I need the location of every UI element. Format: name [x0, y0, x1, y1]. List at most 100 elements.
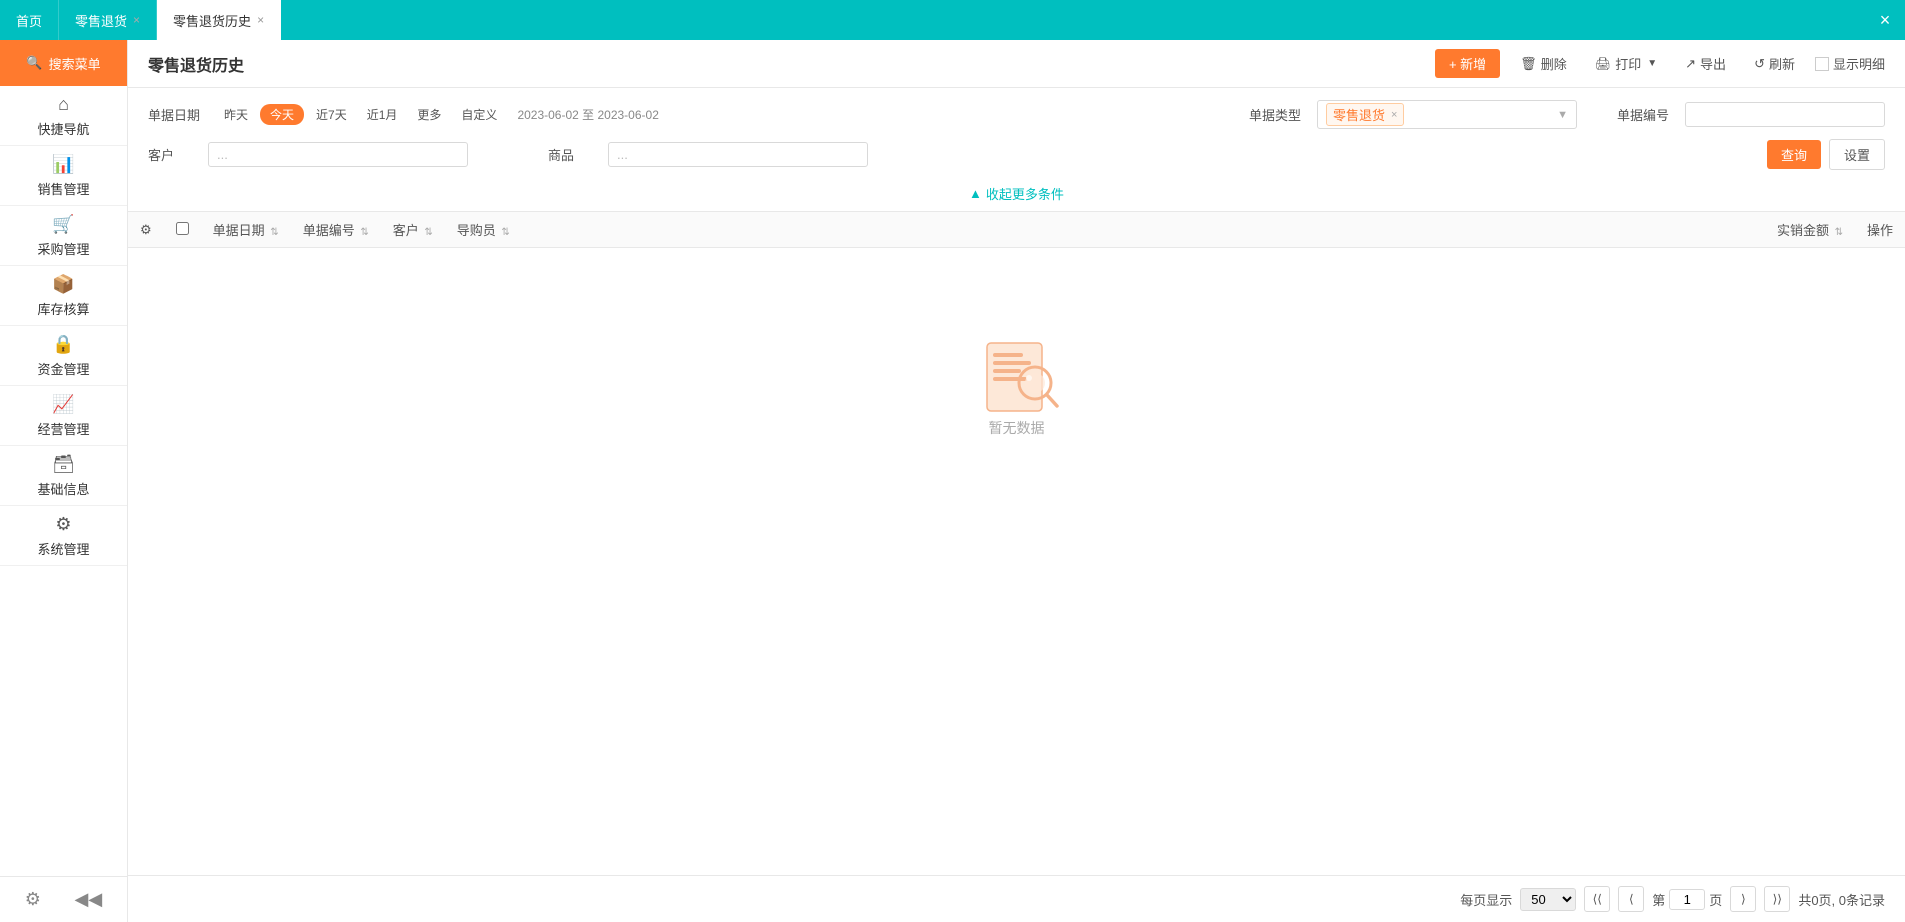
- sidebar-item-quick-nav[interactable]: ⌂ 快捷导航: [0, 86, 127, 146]
- sidebar-item-sales-mgmt[interactable]: 📊 销售管理: [0, 146, 127, 206]
- finance-icon: 🔒: [52, 334, 74, 355]
- window-close-button[interactable]: ×: [1865, 0, 1905, 40]
- date-filter-buttons: 昨天 今天 近7天 近1月 更多 自定义: [216, 104, 505, 125]
- sidebar-item-inventory[interactable]: 📦 库存核算: [0, 266, 127, 326]
- sales-icon: 📊: [52, 154, 74, 175]
- empty-text: 暂无数据: [989, 418, 1045, 438]
- search-icon: 🔍: [26, 55, 42, 71]
- query-button[interactable]: 查询: [1767, 140, 1821, 169]
- settings-button[interactable]: 设置: [1829, 139, 1885, 170]
- prev-page-button[interactable]: ⟨: [1618, 886, 1644, 912]
- amount-sort-icon: ⇅: [1835, 227, 1843, 238]
- tab-retail-return-history-close[interactable]: ×: [257, 13, 264, 27]
- filter-area: 单据日期 昨天 今天 近7天 近1月 更多 自定义 2023-06-02 至 2…: [128, 88, 1905, 212]
- export-button[interactable]: ↗ 导出: [1677, 50, 1734, 77]
- page-header: 零售退货历史 + 新增 🗑 删除 🖨 打印 ▼ ↗ 导出 ↺: [128, 40, 1905, 88]
- date-btn-last7[interactable]: 近7天: [308, 104, 355, 125]
- voucher-type-tag-close[interactable]: ×: [1391, 109, 1397, 121]
- print-button[interactable]: 🖨 打印 ▼: [1587, 50, 1665, 77]
- last-page-button[interactable]: ⟩⟩: [1764, 886, 1790, 912]
- voucher-type-selector[interactable]: 零售退货 × ▼: [1317, 100, 1577, 129]
- th-settings: ⚙: [128, 212, 164, 248]
- new-button[interactable]: + 新增: [1435, 49, 1500, 78]
- sidebar-item-sys-label: 系统管理: [37, 539, 89, 558]
- date-range-display: 2023-06-02 至 2023-06-02: [517, 106, 658, 123]
- sidebar-item-operations[interactable]: 📈 经营管理: [0, 386, 127, 446]
- customer-input[interactable]: [208, 142, 468, 167]
- page-number-input[interactable]: 1: [1669, 889, 1705, 910]
- sidebar-item-quick-nav-label: 快捷导航: [37, 119, 89, 138]
- th-date[interactable]: 单据日期 ⇅: [201, 212, 291, 248]
- voucher-no-input[interactable]: [1685, 102, 1885, 127]
- tab-retail-return-label: 零售退货: [75, 11, 127, 30]
- date-btn-today[interactable]: 今天: [260, 104, 304, 125]
- date-btn-yesterday[interactable]: 昨天: [216, 104, 256, 125]
- th-customer[interactable]: 客户 ⇅: [381, 212, 445, 248]
- voucher-no-label: 单据编号: [1617, 105, 1677, 124]
- display-mingxi-checkbox[interactable]: 显示明细: [1815, 54, 1885, 73]
- pagination: 每页显示 50 20 100 ⟨⟨ ⟨ 第 1 页 ⟩ ⟩⟩ 共0页, 0条记录: [128, 875, 1905, 922]
- delete-icon: 🗑: [1520, 56, 1537, 72]
- date-btn-more[interactable]: 更多: [409, 104, 449, 125]
- page-label: 第: [1652, 890, 1665, 909]
- th-no[interactable]: 单据编号 ⇅: [291, 212, 381, 248]
- next-page-button[interactable]: ⟩: [1730, 886, 1756, 912]
- tab-retail-return[interactable]: 零售退货 ×: [59, 0, 157, 40]
- per-page-label: 每页显示: [1460, 890, 1512, 909]
- sidebar-item-finance[interactable]: 🔒 资金管理: [0, 326, 127, 386]
- date-btn-custom[interactable]: 自定义: [453, 104, 505, 125]
- print-dropdown-icon: ▼: [1647, 58, 1657, 69]
- home-icon: ⌂: [58, 94, 69, 115]
- first-page-button[interactable]: ⟨⟨: [1584, 886, 1610, 912]
- voucher-type-dropdown-icon: ▼: [1557, 109, 1568, 121]
- tab-retail-return-history[interactable]: 零售退货历史 ×: [157, 0, 281, 40]
- sidebar-item-basic-info[interactable]: 🗃 基础信息: [0, 446, 127, 506]
- sidebar-item-sales-label: 销售管理: [37, 179, 89, 198]
- content-area: 零售退货历史 + 新增 🗑 删除 🖨 打印 ▼ ↗ 导出 ↺: [128, 40, 1905, 922]
- sidebar-item-purchase-mgmt[interactable]: 🛒 采购管理: [0, 206, 127, 266]
- top-bar: 首页 零售退货 × 零售退货历史 × ×: [0, 0, 1905, 40]
- table-settings-icon[interactable]: ⚙: [140, 222, 152, 237]
- sidebar-settings-button[interactable]: ⚙: [25, 889, 41, 910]
- date-filter-label: 单据日期: [148, 105, 208, 124]
- voucher-type-tag-text: 零售退货: [1333, 105, 1385, 124]
- customer-sort-icon: ⇅: [424, 227, 432, 238]
- collapse-icon: ▲: [969, 186, 982, 201]
- customer-label: 客户: [148, 145, 208, 164]
- tab-retail-return-close[interactable]: ×: [133, 13, 140, 27]
- th-spacer: [522, 212, 1765, 248]
- sidebar-item-sys-mgmt[interactable]: ⚙ 系统管理: [0, 506, 127, 566]
- print-icon: 🖨: [1595, 56, 1612, 72]
- collapse-label: 收起更多条件: [986, 184, 1064, 203]
- total-info: 共0页, 0条记录: [1798, 890, 1885, 909]
- date-sort-icon: ⇅: [270, 227, 278, 238]
- operations-icon: 📈: [52, 394, 74, 415]
- date-btn-last1month[interactable]: 近1月: [359, 104, 406, 125]
- purchase-icon: 🛒: [52, 214, 74, 235]
- goods-input[interactable]: [608, 142, 868, 167]
- goods-label: 商品: [548, 145, 608, 164]
- delete-button[interactable]: 🗑 删除: [1512, 50, 1575, 77]
- sidebar-item-operations-label: 经营管理: [37, 419, 89, 438]
- select-all-checkbox[interactable]: [176, 222, 189, 235]
- collapse-filter-button[interactable]: ▲ 收起更多条件: [969, 184, 1064, 203]
- th-amount[interactable]: 实销金额 ⇅: [1765, 212, 1855, 248]
- sidebar-search-button[interactable]: 🔍 搜索菜单: [0, 40, 127, 86]
- sidebar-search-label: 搜索菜单: [49, 54, 101, 73]
- main-layout: 🔍 搜索菜单 ⌂ 快捷导航 📊 销售管理 🛒 采购管理 📦 库存核算 🔒 资金管…: [0, 40, 1905, 922]
- empty-state-row: 暂无数据: [128, 248, 1905, 519]
- page-title: 零售退货历史: [148, 52, 244, 76]
- sys-icon: ⚙: [55, 514, 71, 535]
- th-guide[interactable]: 导购员 ⇅: [445, 212, 522, 248]
- checkbox-icon: [1815, 57, 1829, 71]
- header-actions: + 新增 🗑 删除 🖨 打印 ▼ ↗ 导出 ↺ 刷新: [1435, 49, 1885, 78]
- voucher-type-tag: 零售退货 ×: [1326, 103, 1404, 126]
- tab-home[interactable]: 首页: [0, 0, 59, 40]
- guide-sort-icon: ⇅: [501, 227, 509, 238]
- th-checkbox: [164, 212, 201, 248]
- per-page-select[interactable]: 50 20 100: [1520, 888, 1576, 911]
- sidebar-audio-button[interactable]: ◀◀: [75, 889, 103, 910]
- tab-list: 首页 零售退货 × 零售退货历史 ×: [0, 0, 1865, 40]
- table-header-row: ⚙ 单据日期 ⇅ 单据编号 ⇅: [128, 212, 1905, 248]
- refresh-button[interactable]: ↺ 刷新: [1746, 50, 1803, 77]
